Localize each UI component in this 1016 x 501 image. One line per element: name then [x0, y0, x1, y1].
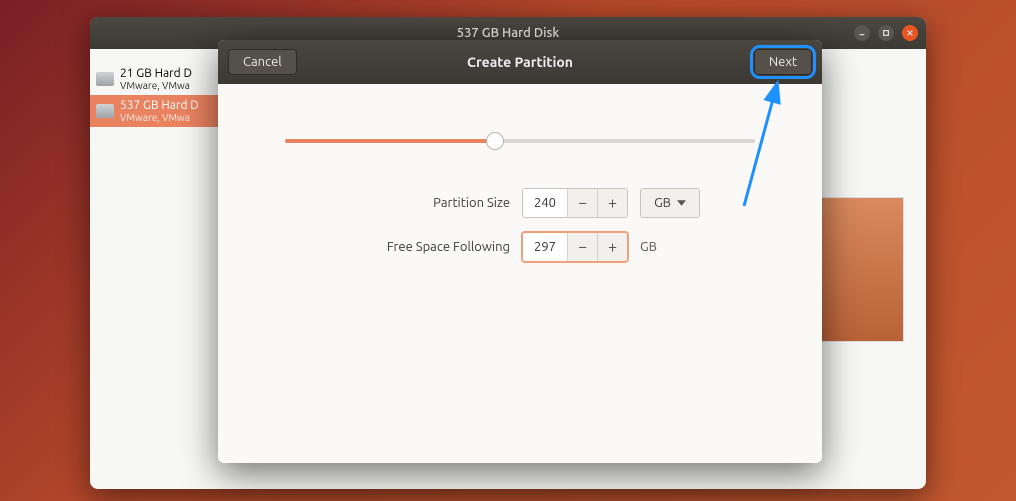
- create-partition-dialog: Cancel Create Partition Next Partition S…: [218, 40, 822, 463]
- disk-subtitle: VMware, VMwa: [120, 80, 192, 91]
- cancel-button[interactable]: Cancel: [228, 49, 297, 75]
- dialog-title: Create Partition: [218, 54, 822, 70]
- minimize-button[interactable]: [854, 25, 870, 41]
- slider-thumb[interactable]: [486, 132, 504, 150]
- free-space-unit: GB: [640, 240, 700, 254]
- slider-fill: [285, 139, 495, 143]
- free-space-row: Free Space Following − + GB: [248, 232, 792, 262]
- partition-size-stepper: − +: [522, 188, 628, 218]
- partition-size-slider[interactable]: [285, 132, 755, 150]
- maximize-button[interactable]: [878, 25, 894, 41]
- disk-name: 537 GB Hard D: [120, 99, 199, 112]
- chevron-down-icon: [677, 200, 686, 206]
- free-space-label: Free Space Following: [340, 240, 510, 254]
- partition-size-unit-select[interactable]: GB: [640, 188, 700, 218]
- window-title: 537 GB Hard Disk: [457, 26, 560, 40]
- unit-label: GB: [654, 196, 671, 210]
- free-space-input[interactable]: [523, 233, 567, 261]
- free-space-stepper: − +: [522, 232, 628, 262]
- disk-subtitle: VMware, VMwa: [120, 112, 199, 123]
- disk-name: 21 GB Hard D: [120, 67, 192, 80]
- dialog-body: Partition Size − + GB Free Space Followi…: [218, 84, 822, 296]
- window-controls: [854, 25, 918, 41]
- increment-button[interactable]: +: [597, 233, 627, 261]
- close-button[interactable]: [902, 25, 918, 41]
- partition-size-input[interactable]: [523, 189, 567, 217]
- hard-disk-icon: [96, 72, 114, 86]
- decrement-button[interactable]: −: [567, 233, 597, 261]
- partition-size-label: Partition Size: [340, 196, 510, 210]
- hard-disk-icon: [96, 104, 114, 118]
- increment-button[interactable]: +: [597, 189, 627, 217]
- partition-size-row: Partition Size − + GB: [248, 188, 792, 218]
- dialog-header: Cancel Create Partition Next: [218, 40, 822, 84]
- decrement-button[interactable]: −: [567, 189, 597, 217]
- next-button[interactable]: Next: [754, 49, 812, 75]
